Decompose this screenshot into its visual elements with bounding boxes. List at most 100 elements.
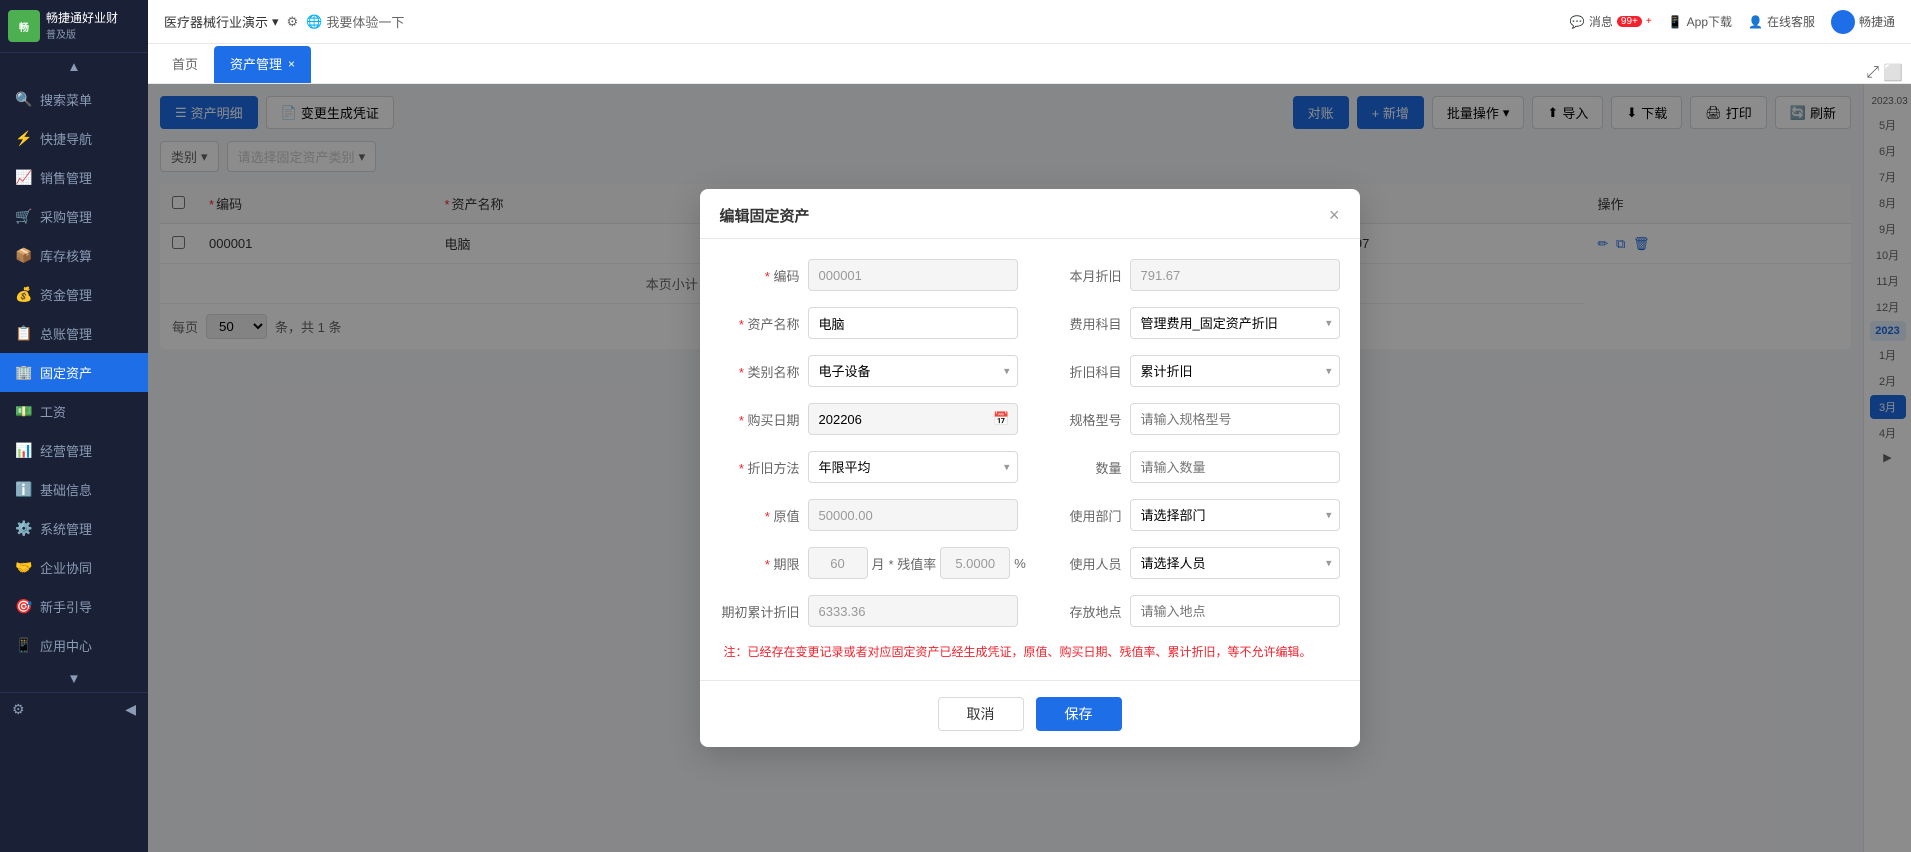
sidebar-item-guide[interactable]: 🎯 新手引导	[0, 587, 148, 626]
tab-home[interactable]: 首页	[156, 46, 214, 83]
settings-icon[interactable]: ⚙	[12, 701, 25, 718]
tab-expand-btns: ⤢ ⬜	[1858, 63, 1903, 83]
collapse-icon[interactable]: ◀	[125, 701, 136, 718]
notification-btn[interactable]: 💬 消息 99+ +	[1570, 13, 1652, 30]
sidebar-item-finance[interactable]: 💰 资金管理	[0, 275, 148, 314]
residual-rate-unit: %	[1014, 556, 1026, 571]
form-grid: * 编码 本月折旧 * 资产名称	[720, 259, 1340, 660]
expense-subject-container: 管理费用_固定资产折旧 ▾	[1130, 307, 1340, 339]
collab-icon: 🤝	[16, 560, 32, 576]
form-row-category: * 类别名称 电子设备 ▾	[720, 355, 1018, 387]
dep-method-select[interactable]: 年限平均	[808, 451, 1018, 483]
search-icon: 🔍	[16, 92, 32, 108]
modal-header: 编辑固定资产 ×	[700, 189, 1360, 239]
sidebar-item-collab[interactable]: 🤝 企业协同	[0, 548, 148, 587]
topbar-right: 💬 消息 99+ + 📱 App下载 👤 在线客服 畅捷通	[1570, 10, 1895, 34]
sidebar-item-quick-nav[interactable]: ⚡ 快捷导航	[0, 119, 148, 158]
dropdown-icon: ▾	[272, 14, 279, 30]
expense-subject-select[interactable]: 管理费用_固定资产折旧	[1130, 307, 1340, 339]
sidebar-item-label: 系统管理	[40, 519, 92, 538]
system-icon: ⚙️	[16, 521, 32, 537]
expand-icon[interactable]: ⤢	[1866, 64, 1879, 82]
sidebar-item-inventory[interactable]: 📦 库存核算	[0, 236, 148, 275]
dept-container: 请选择部门 ▾	[1130, 499, 1340, 531]
sidebar-item-fixed-assets[interactable]: 🏢 固定资产	[0, 353, 148, 392]
category-select[interactable]: 电子设备	[808, 355, 1018, 387]
sidebar-item-label: 销售管理	[40, 168, 92, 187]
save-button[interactable]: 保存	[1036, 697, 1122, 731]
app-subtitle: 普及版	[46, 26, 118, 41]
sidebar-item-label: 基础信息	[40, 480, 92, 499]
sidebar-item-label: 采购管理	[40, 207, 92, 226]
experience-btn[interactable]: 🌐 我要体验一下	[306, 12, 404, 31]
purchase-date-input[interactable]	[808, 403, 1018, 435]
initial-dep-input[interactable]	[808, 595, 1018, 627]
form-note: 注：已经存在变更记录或者对应固定资产已经生成凭证，原值、购买日期、残值率、累计折…	[720, 643, 1340, 660]
sidebar-item-app-center[interactable]: 📱 应用中心	[0, 626, 148, 665]
form-row-dep-method: * 折旧方法 年限平均 ▾	[720, 451, 1018, 483]
topbar-left: 医疗器械行业演示 ▾ ⚙ 🌐 我要体验一下	[164, 12, 404, 31]
form-row-dep-subject: 折旧科目 累计折旧 ▾	[1042, 355, 1340, 387]
online-service-btn[interactable]: 👤 在线客服	[1748, 13, 1815, 30]
tab-close-icon[interactable]: ×	[288, 57, 295, 71]
form-row-purchase-date: * 购买日期 📅	[720, 403, 1018, 435]
app-title-group: 畅捷通好业财 普及版	[46, 11, 118, 42]
topbar: 医疗器械行业演示 ▾ ⚙ 🌐 我要体验一下 💬 消息 99+ + 📱 App下载…	[148, 0, 1911, 44]
monthly-dep-input[interactable]	[1130, 259, 1340, 291]
sidebar-item-operations[interactable]: 📊 经营管理	[0, 431, 148, 470]
topbar-settings-icon[interactable]: ⚙	[287, 14, 299, 30]
edit-asset-modal: 编辑固定资产 × * 编码 本月折旧	[700, 189, 1360, 747]
tab-assets-management[interactable]: 资产管理 ×	[214, 46, 311, 83]
sidebar-item-system[interactable]: ⚙️ 系统管理	[0, 509, 148, 548]
dep-method-container: 年限平均 ▾	[808, 451, 1018, 483]
sidebar-scroll-up[interactable]: ▲	[67, 55, 80, 78]
form-row-user: 使用人员 请选择人员 ▾	[1042, 547, 1340, 579]
sidebar-item-purchase[interactable]: 🛒 采购管理	[0, 197, 148, 236]
sidebar-item-search[interactable]: 🔍 搜索菜单	[0, 80, 148, 119]
code-input[interactable]	[808, 259, 1018, 291]
user-select[interactable]: 请选择人员	[1130, 547, 1340, 579]
app-download-btn[interactable]: 📱 App下载	[1668, 13, 1732, 30]
original-value-input[interactable]	[808, 499, 1018, 531]
sales-icon: 📈	[16, 170, 32, 186]
company-name[interactable]: 医疗器械行业演示 ▾	[164, 12, 279, 31]
dep-subject-container: 累计折旧 ▾	[1130, 355, 1340, 387]
form-row-period: * 期限 月 * 残值率 %	[720, 547, 1018, 579]
sidebar-item-label: 总账管理	[40, 324, 92, 343]
sidebar-scroll-down[interactable]: ▼	[67, 667, 80, 690]
operations-icon: 📊	[16, 443, 32, 459]
sidebar-item-payroll[interactable]: 💵 工资	[0, 392, 148, 431]
maximize-icon[interactable]: ⬜	[1883, 63, 1903, 83]
quantity-input[interactable]	[1130, 451, 1340, 483]
purchase-icon: 🛒	[16, 209, 32, 225]
form-row-location: 存放地点	[1042, 595, 1340, 627]
spec-input[interactable]	[1130, 403, 1340, 435]
dep-subject-select[interactable]: 累计折旧	[1130, 355, 1340, 387]
sidebar-item-sales[interactable]: 📈 销售管理	[0, 158, 148, 197]
quick-nav-icon: ⚡	[16, 131, 32, 147]
notification-badge: 99+	[1617, 16, 1642, 27]
sidebar-item-label: 快捷导航	[40, 129, 92, 148]
residual-rate-input[interactable]	[940, 547, 1010, 579]
name-input[interactable]	[808, 307, 1018, 339]
residual-rate-label: * 残值率	[889, 554, 937, 573]
sidebar-item-ledger[interactable]: 📋 总账管理	[0, 314, 148, 353]
sidebar-footer: ⚙ ◀	[0, 692, 148, 726]
tabbar: 首页 资产管理 × ⤢ ⬜	[148, 44, 1911, 84]
app-logo: 畅	[8, 10, 40, 42]
sidebar-item-basic-info[interactable]: ℹ️ 基础信息	[0, 470, 148, 509]
sidebar-item-label: 资金管理	[40, 285, 92, 304]
main-content: 医疗器械行业演示 ▾ ⚙ 🌐 我要体验一下 💬 消息 99+ + 📱 App下载…	[148, 0, 1911, 852]
fixed-assets-icon: 🏢	[16, 365, 32, 381]
period-input[interactable]	[808, 547, 868, 579]
cancel-button[interactable]: 取消	[938, 697, 1024, 731]
modal-close-icon[interactable]: ×	[1329, 205, 1340, 226]
form-row-dept: 使用部门 请选择部门 ▾	[1042, 499, 1340, 531]
dept-select[interactable]: 请选择部门	[1130, 499, 1340, 531]
form-row-quantity: 数量	[1042, 451, 1340, 483]
user-avatar[interactable]: 畅捷通	[1831, 10, 1895, 34]
form-row-name: * 资产名称	[720, 307, 1018, 339]
location-input[interactable]	[1130, 595, 1340, 627]
form-row-expense-subject: 费用科目 管理费用_固定资产折旧 ▾	[1042, 307, 1340, 339]
sidebar-item-label: 工资	[40, 402, 66, 421]
